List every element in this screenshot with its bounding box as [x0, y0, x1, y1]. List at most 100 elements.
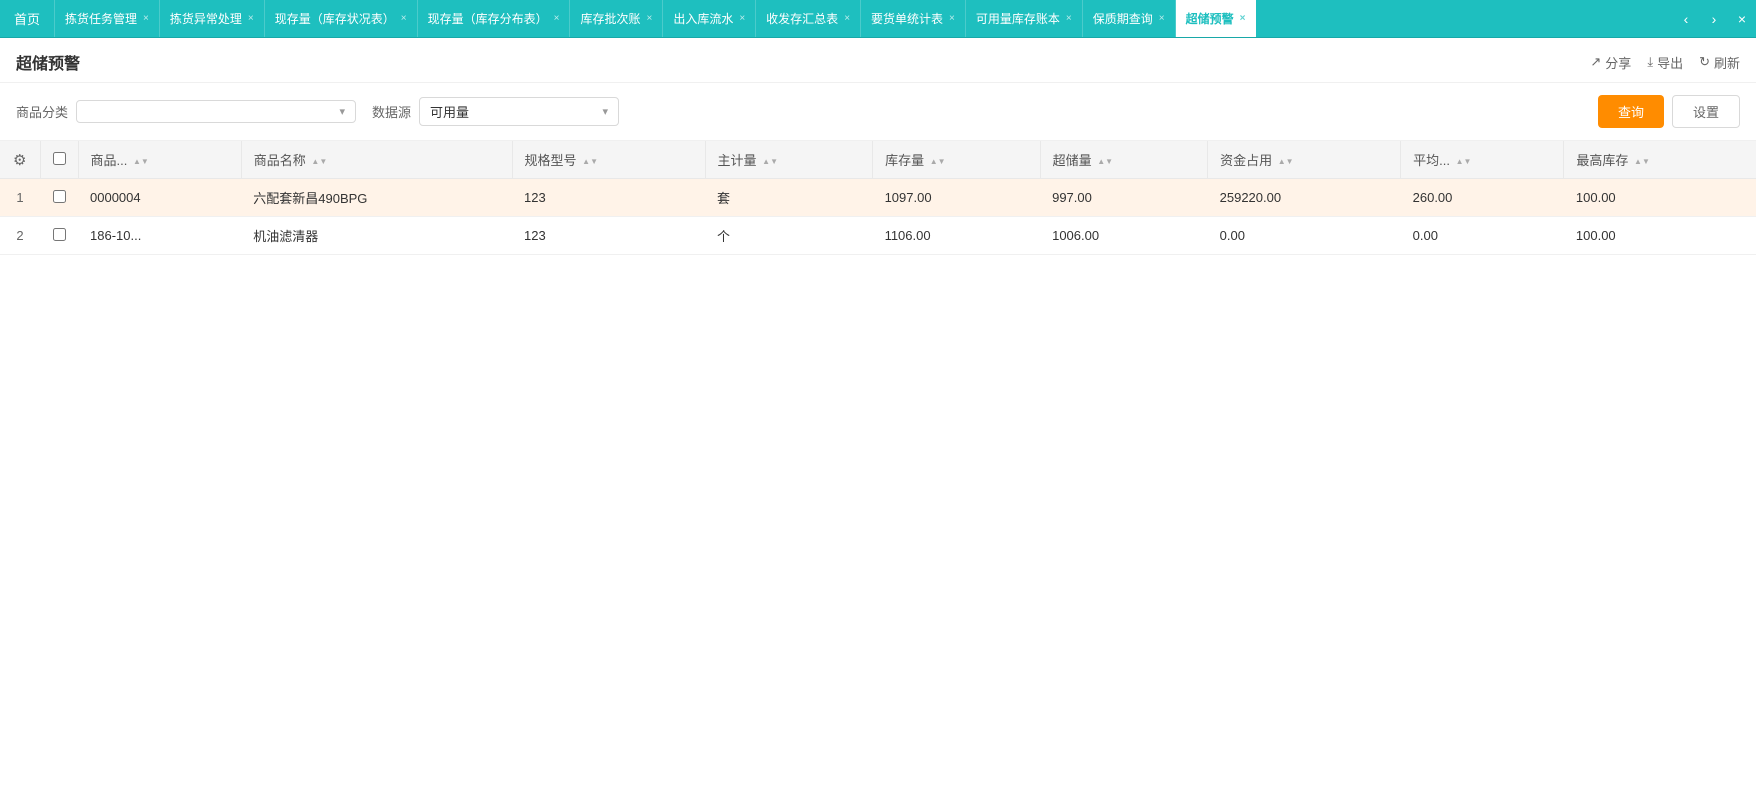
page-container: 超储预警 ↗ 分享 ⤓ 导出 ↻ 刷新 商品分类 ▾ 数据源 [0, 38, 1756, 800]
th-code[interactable]: 商品... ▲▼ [78, 141, 241, 179]
select-all-checkbox[interactable] [53, 152, 66, 165]
th-maxstock[interactable]: 最高库存 ▲▼ [1564, 141, 1756, 179]
th-overstock[interactable]: 超储量 ▲▼ [1040, 141, 1208, 179]
datasource-select[interactable]: 可用量 ▾ [419, 97, 619, 126]
nav-tab-label: 可用量库存账本 [976, 10, 1060, 27]
sort-icon-avg: ▲▼ [1456, 157, 1472, 166]
category-select[interactable]: ▾ [76, 100, 356, 123]
nav-tab-label: 现存量（库存分布表） [428, 10, 548, 27]
th-name[interactable]: 商品名称 ▲▼ [241, 141, 512, 179]
th-stock[interactable]: 库存量 ▲▼ [873, 141, 1041, 179]
cell-name: 六配套新昌490BPG [241, 179, 512, 217]
category-label: 商品分类 [16, 102, 68, 121]
row-checkbox[interactable] [53, 190, 66, 203]
nav-tab-close-icon[interactable]: × [739, 13, 745, 24]
sort-icon-name: ▲▼ [311, 157, 327, 166]
table-body: 1 0000004 六配套新昌490BPG 123 套 1097.00 997.… [0, 179, 1756, 255]
query-button[interactable]: 查询 [1598, 95, 1664, 128]
row-num: 1 [0, 179, 40, 217]
nav-tab-t11[interactable]: 超储预警 × [1176, 0, 1257, 38]
nav-tab-label: 出入库流水 [673, 10, 733, 27]
cell-maxstock: 100.00 [1564, 179, 1756, 217]
export-icon: ⤓ [1647, 54, 1653, 70]
chevron-down-icon: ▾ [339, 105, 345, 118]
cell-code: 0000004 [78, 179, 241, 217]
nav-tab-close-icon[interactable]: × [1240, 13, 1246, 24]
nav-home[interactable]: 首页 [0, 0, 55, 38]
nav-tab-label: 库存批次账 [580, 10, 640, 27]
cell-unit: 套 [705, 179, 873, 217]
datasource-label: 数据源 [372, 102, 411, 121]
nav-tab-close-icon[interactable]: × [646, 13, 652, 24]
sort-icon-stock: ▲▼ [930, 157, 946, 166]
cell-capital: 0.00 [1208, 217, 1401, 255]
cell-overstock: 997.00 [1040, 179, 1208, 217]
share-button[interactable]: ↗ 分享 [1590, 53, 1631, 72]
top-navigation: 首页 拣货任务管理×拣货异常处理×现存量（库存状况表）×现存量（库存分布表）×库… [0, 0, 1756, 38]
nav-tab-t7[interactable]: 收发存汇总表 × [756, 0, 861, 38]
row-checkbox-cell [40, 179, 78, 217]
cell-code: 186-10... [78, 217, 241, 255]
sort-icon-unit: ▲▼ [762, 157, 778, 166]
nav-tabs: 拣货任务管理×拣货异常处理×现存量（库存状况表）×现存量（库存分布表）×库存批次… [55, 0, 1672, 38]
cell-spec: 123 [512, 179, 705, 217]
nav-tab-t10[interactable]: 保质期查询 × [1083, 0, 1176, 38]
nav-arrows: ‹ › × [1672, 0, 1756, 38]
cell-overstock: 1006.00 [1040, 217, 1208, 255]
th-spec[interactable]: 规格型号 ▲▼ [512, 141, 705, 179]
nav-tab-t4[interactable]: 现存量（库存分布表） × [418, 0, 571, 38]
cell-spec: 123 [512, 217, 705, 255]
nav-tab-close-icon[interactable]: × [949, 13, 955, 24]
th-capital[interactable]: 资金占用 ▲▼ [1208, 141, 1401, 179]
data-table: ⚙ 商品... ▲▼ 商品名称 ▲▼ 规格型号 ▲▼ [0, 141, 1756, 255]
nav-next-button[interactable]: › [1700, 0, 1728, 38]
filter-bar: 商品分类 ▾ 数据源 可用量 ▾ 查询 设置 [0, 83, 1756, 141]
nav-tab-close-icon[interactable]: × [554, 13, 560, 24]
datasource-filter: 数据源 可用量 ▾ [372, 97, 619, 126]
th-checkbox [40, 141, 78, 179]
export-button[interactable]: ⤓ 导出 [1647, 53, 1683, 72]
cell-capital: 259220.00 [1208, 179, 1401, 217]
refresh-button[interactable]: ↻ 刷新 [1699, 53, 1740, 72]
category-filter: 商品分类 ▾ [16, 100, 356, 123]
th-avg[interactable]: 平均... ▲▼ [1401, 141, 1564, 179]
data-table-wrapper: ⚙ 商品... ▲▼ 商品名称 ▲▼ 规格型号 ▲▼ [0, 141, 1756, 255]
cell-avg: 0.00 [1401, 217, 1564, 255]
nav-tab-label: 收发存汇总表 [766, 10, 838, 27]
nav-tab-close-icon[interactable]: × [1159, 13, 1165, 24]
nav-tab-t5[interactable]: 库存批次账 × [570, 0, 663, 38]
nav-prev-button[interactable]: ‹ [1672, 0, 1700, 38]
th-settings[interactable]: ⚙ [0, 141, 40, 179]
nav-close-button[interactable]: × [1728, 0, 1756, 38]
filter-actions: 查询 设置 [1598, 95, 1740, 128]
share-icon: ↗ [1590, 54, 1601, 70]
nav-tab-t2[interactable]: 拣货异常处理 × [160, 0, 265, 38]
row-checkbox-cell [40, 217, 78, 255]
settings-button[interactable]: 设置 [1672, 95, 1740, 128]
nav-tab-t1[interactable]: 拣货任务管理× [55, 0, 160, 38]
nav-tab-close-icon[interactable]: × [143, 13, 149, 24]
cell-avg: 260.00 [1401, 179, 1564, 217]
th-unit[interactable]: 主计量 ▲▼ [705, 141, 873, 179]
nav-tab-close-icon[interactable]: × [844, 13, 850, 24]
row-num: 2 [0, 217, 40, 255]
cell-stock: 1097.00 [873, 179, 1041, 217]
sort-icon-spec: ▲▼ [582, 157, 598, 166]
row-checkbox[interactable] [53, 228, 66, 241]
nav-tab-t9[interactable]: 可用量库存账本 × [966, 0, 1083, 38]
sort-icon-capital: ▲▼ [1278, 157, 1294, 166]
nav-tab-t8[interactable]: 要货单统计表× [861, 0, 966, 38]
nav-tab-t6[interactable]: 出入库流水 × [663, 0, 756, 38]
nav-tab-close-icon[interactable]: × [248, 13, 254, 24]
page-title: 超储预警 [16, 50, 80, 74]
nav-tab-close-icon[interactable]: × [401, 13, 407, 24]
datasource-value: 可用量 [430, 102, 469, 121]
nav-tab-label: 拣货异常处理 [170, 10, 242, 27]
nav-tab-label: 现存量（库存状况表） [275, 10, 395, 27]
nav-tab-label: 超储预警 [1186, 10, 1234, 27]
nav-tab-label: 保质期查询 [1093, 10, 1153, 27]
chevron-down-icon-2: ▾ [603, 105, 609, 118]
nav-tab-t3[interactable]: 现存量（库存状况表） × [265, 0, 418, 38]
gear-icon[interactable]: ⚙ [13, 152, 26, 169]
nav-tab-close-icon[interactable]: × [1066, 13, 1072, 24]
